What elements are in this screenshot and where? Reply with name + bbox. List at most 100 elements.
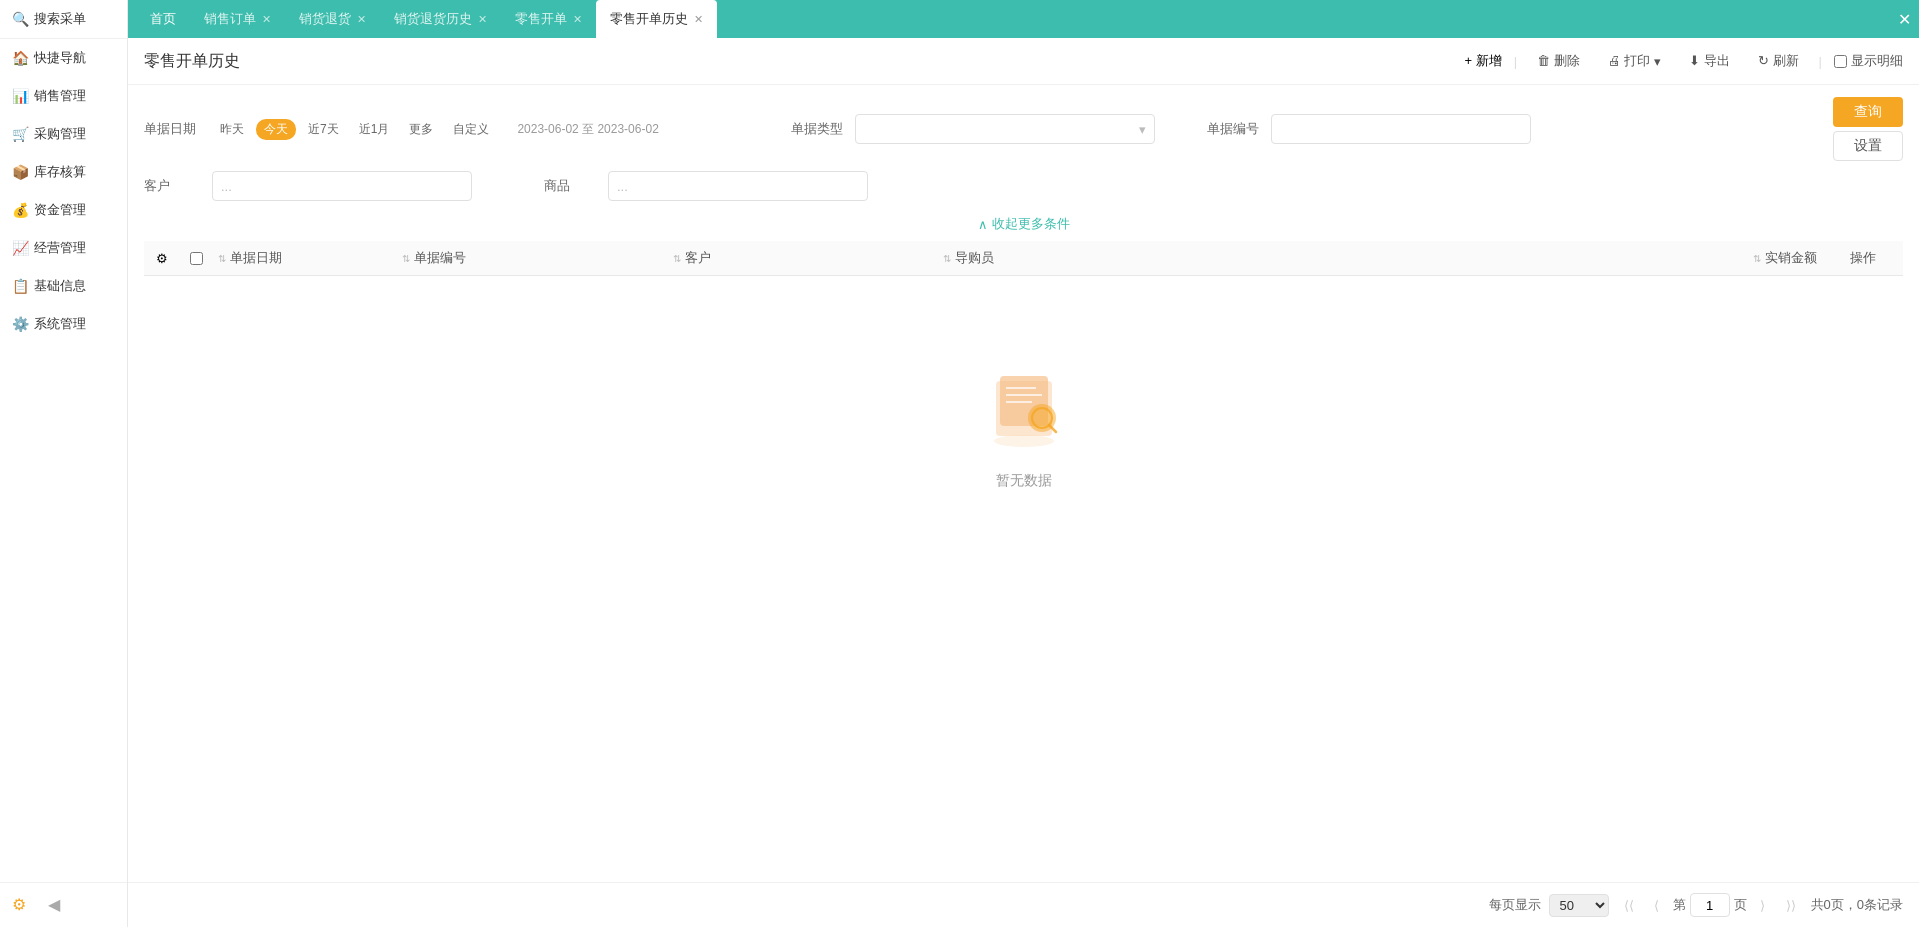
tab-sales-return-history[interactable]: 销货退货历史 ✕ — [380, 0, 501, 38]
product-label: 商品 — [544, 177, 600, 195]
table-settings-icon[interactable]: ⚙ — [156, 251, 168, 266]
page-next-btn[interactable]: ⟩ — [1751, 893, 1775, 917]
table-wrapper: ⚙ ⇅ 单据日期 ⇅ 单据编号 ⇅ 客户 — [144, 241, 1903, 570]
sidebar-item-operation[interactable]: 📈 经营管理 — [0, 229, 127, 267]
tab-retail-open-history[interactable]: 零售开单历史 ✕ — [596, 0, 717, 38]
show-detail-toggle[interactable]: 显示明细 — [1834, 52, 1903, 70]
empty-illustration — [974, 356, 1074, 456]
home-icon: 🏠 — [12, 50, 28, 66]
doc-no-label: 单据编号 — [1207, 120, 1263, 138]
sidebar-item-finance[interactable]: 💰 资金管理 — [0, 191, 127, 229]
tab-sales-order-label: 销售订单 — [204, 10, 256, 28]
tab-home-label: 首页 — [150, 10, 176, 28]
per-page-label: 每页显示 — [1489, 896, 1541, 914]
sidebar-item-system-mgmt[interactable]: ⚙️ 系统管理 — [0, 305, 127, 343]
th-no-label: 单据编号 — [414, 249, 466, 267]
page-prev-btn[interactable]: ⟨ — [1645, 893, 1669, 917]
doc-type-select[interactable]: ▾ — [855, 114, 1155, 144]
sidebar-item-quick-nav[interactable]: 🏠 快捷导航 — [0, 39, 127, 77]
page-number-input[interactable]: 1 — [1690, 893, 1730, 917]
th-date[interactable]: ⇅ 单据日期 — [212, 249, 396, 267]
doc-no-input[interactable] — [1271, 114, 1531, 144]
doc-type-label: 单据类型 — [791, 120, 847, 138]
tab-close-icon[interactable]: ✕ — [357, 13, 366, 26]
sort-icon: ⇅ — [1753, 253, 1761, 264]
tab-sales-order[interactable]: 销售订单 ✕ — [190, 0, 285, 38]
th-customer-label: 客户 — [685, 249, 711, 267]
customer-select[interactable]: ... — [212, 171, 472, 201]
sidebar-item-sales-mgmt[interactable]: 📊 销售管理 — [0, 77, 127, 115]
page-last-btn[interactable]: ⟩⟩ — [1779, 893, 1803, 917]
collapse-icon: ∧ — [978, 217, 988, 232]
date-filter-label: 单据日期 — [144, 120, 200, 138]
tab-close-icon[interactable]: ✕ — [262, 13, 271, 26]
query-button[interactable]: 查询 — [1833, 97, 1903, 127]
filter-collapse-btn[interactable]: ∧ 收起更多条件 — [144, 211, 1903, 241]
date-pill-last7[interactable]: 近7天 — [300, 119, 347, 140]
th-no[interactable]: ⇅ 单据编号 — [396, 249, 667, 267]
pagination-total: 共0页，0条记录 — [1811, 896, 1903, 914]
tabbar-close-icon[interactable]: ✕ — [1898, 10, 1911, 29]
operation-icon: 📈 — [12, 240, 28, 256]
sidebar-item-label: 资金管理 — [34, 201, 86, 219]
date-pill-custom[interactable]: 自定义 — [445, 119, 497, 140]
tab-home[interactable]: 首页 — [136, 0, 190, 38]
show-detail-checkbox[interactable] — [1834, 55, 1847, 68]
tab-close-icon[interactable]: ✕ — [573, 13, 582, 26]
per-page-select[interactable]: 50 100 200 — [1549, 894, 1609, 917]
print-button[interactable]: 🖨 打印 ▾ — [1600, 48, 1670, 74]
th-salesperson-label: 导购员 — [955, 249, 994, 267]
refresh-button[interactable]: ↻ 刷新 — [1750, 48, 1807, 74]
new-button-label: + 新增 — [1465, 52, 1502, 70]
filter-action-btns: 查询 设置 — [1833, 97, 1903, 161]
sidebar-bottom: ⚙ ◀ — [0, 882, 127, 927]
export-button[interactable]: ⬇ 导出 — [1681, 48, 1738, 74]
filter-settings-button[interactable]: 设置 — [1833, 131, 1903, 161]
finance-icon: 💰 — [12, 202, 28, 218]
filter-row-2: 客户 ... 商品 ... — [144, 171, 1903, 201]
th-amount[interactable]: ⇅ 实销金额 — [1639, 249, 1823, 267]
th-salesperson[interactable]: ⇅ 导购员 — [937, 249, 1121, 267]
th-date-label: 单据日期 — [230, 249, 282, 267]
collapse-sidebar-icon[interactable]: ◀ — [48, 895, 68, 915]
delete-button[interactable]: 🗑 删除 — [1529, 48, 1588, 74]
sidebar-item-basic-info[interactable]: 📋 基础信息 — [0, 267, 127, 305]
sidebar-item-label: 采购管理 — [34, 125, 86, 143]
th-settings[interactable]: ⚙ — [144, 251, 180, 266]
product-ellipsis: ... — [617, 179, 628, 194]
tab-close-icon[interactable]: ✕ — [478, 13, 487, 26]
page-first-btn[interactable]: ⟨⟨ — [1617, 893, 1641, 917]
date-pill-last-month[interactable]: 近1月 — [351, 119, 398, 140]
sidebar-item-inventory[interactable]: 📦 库存核算 — [0, 153, 127, 191]
filter-area: 单据日期 昨天 今天 近7天 近1月 更多 自定义 2023-06-02 至 2… — [128, 85, 1919, 241]
th-amount-label: 实销金额 — [1765, 249, 1817, 267]
inventory-icon: 📦 — [12, 164, 28, 180]
sidebar-item-purchase-mgmt[interactable]: 🛒 采购管理 — [0, 115, 127, 153]
tab-sales-return-label: 销货退货 — [299, 10, 351, 28]
main-content: 首页 销售订单 ✕ 销货退货 ✕ 销货退货历史 ✕ 零售开单 ✕ 零售开单历史 … — [128, 0, 1919, 927]
pagination-nav: ⟨⟨ ⟨ 第 1 页 ⟩ ⟩⟩ — [1617, 893, 1803, 917]
settings-bottom-icon[interactable]: ⚙ — [12, 895, 32, 915]
sidebar-search[interactable]: 🔍 搜索采单 — [0, 0, 127, 39]
new-button[interactable]: + 新增 — [1465, 52, 1502, 70]
customer-ellipsis: ... — [221, 179, 232, 194]
th-customer[interactable]: ⇅ 客户 — [667, 249, 938, 267]
sidebar-item-label: 快捷导航 — [34, 49, 86, 67]
export-button-label: ⬇ 导出 — [1689, 52, 1730, 70]
sidebar-item-label: 库存核算 — [34, 163, 86, 181]
select-all-checkbox[interactable] — [190, 252, 203, 265]
customer-label: 客户 — [144, 177, 200, 195]
refresh-button-label: ↻ 刷新 — [1758, 52, 1799, 70]
table-header: ⚙ ⇅ 单据日期 ⇅ 单据编号 ⇅ 客户 — [144, 241, 1903, 276]
product-select[interactable]: ... — [608, 171, 868, 201]
tab-retail-open[interactable]: 零售开单 ✕ — [501, 0, 596, 38]
date-pill-more[interactable]: 更多 — [401, 119, 441, 140]
sidebar-search-label: 搜索采单 — [34, 10, 86, 28]
tab-close-icon[interactable]: ✕ — [694, 13, 703, 26]
date-pill-yesterday[interactable]: 昨天 — [212, 119, 252, 140]
th-checkbox[interactable] — [180, 252, 212, 265]
date-pill-today[interactable]: 今天 — [256, 119, 296, 140]
print-dropdown-icon: ▾ — [1654, 54, 1661, 69]
tab-sales-return[interactable]: 销货退货 ✕ — [285, 0, 380, 38]
basic-icon: 📋 — [12, 278, 28, 294]
